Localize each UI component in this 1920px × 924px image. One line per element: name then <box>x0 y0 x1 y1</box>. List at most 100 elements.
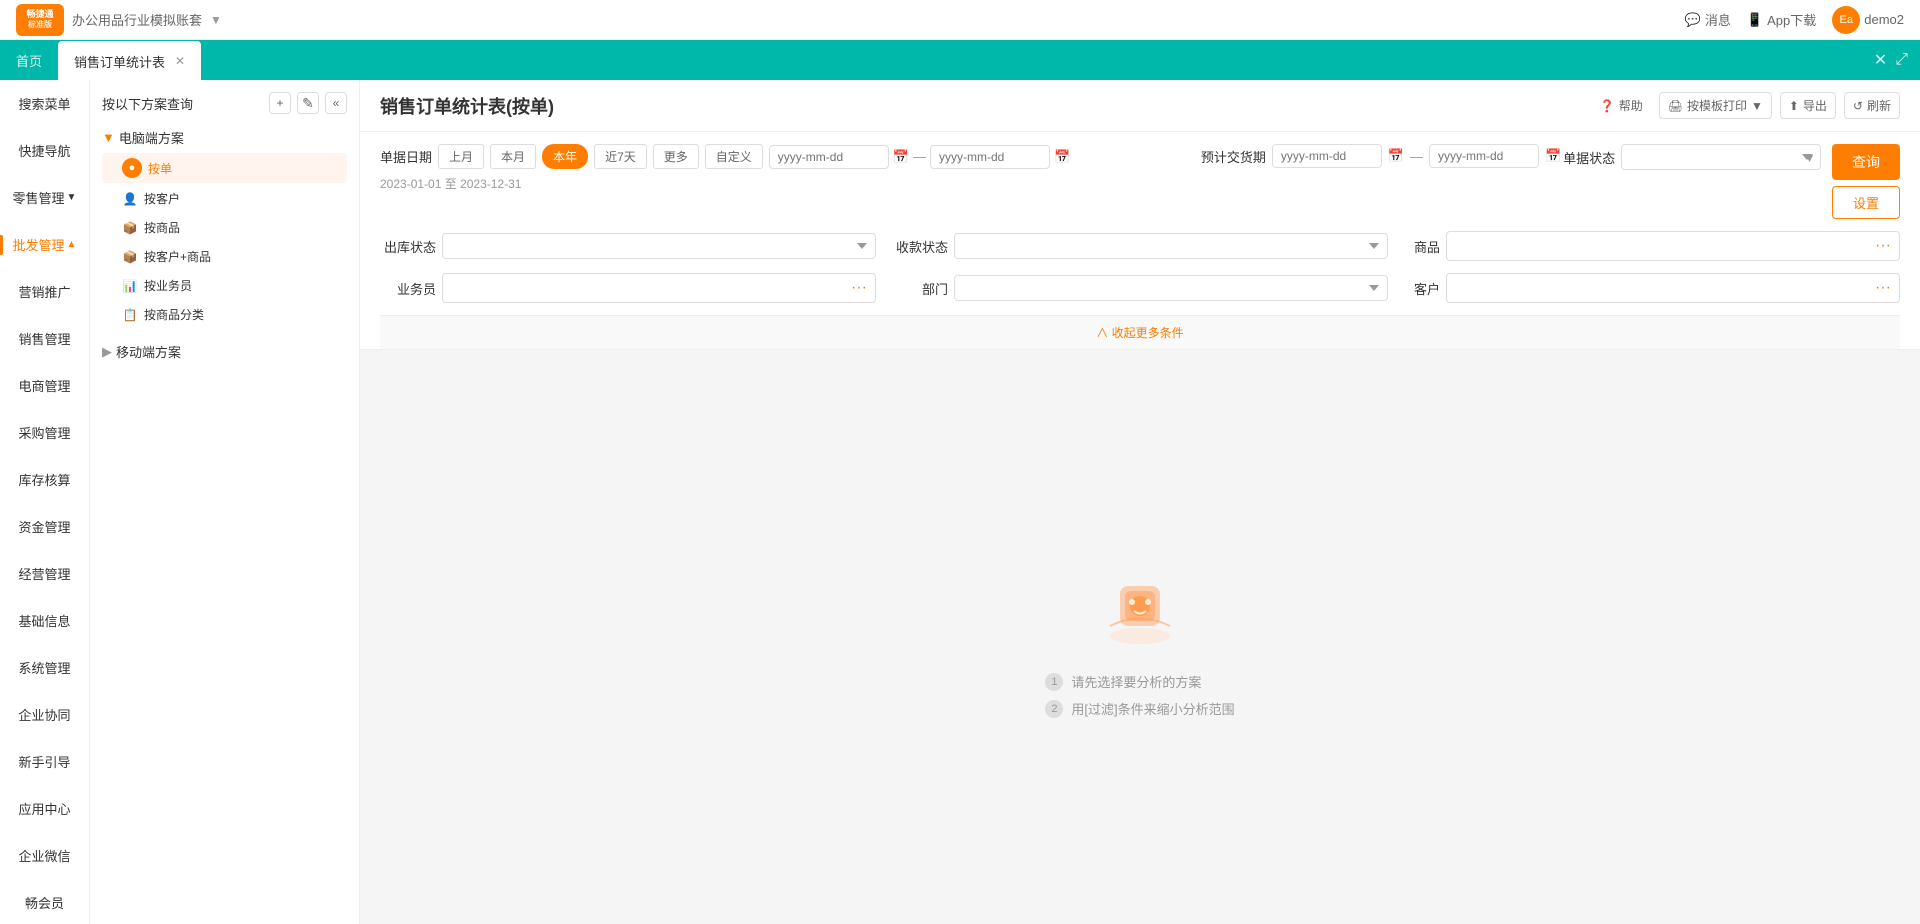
expected-date-to-input[interactable] <box>1429 144 1539 168</box>
salesperson-input-area[interactable]: ··· <box>442 273 876 303</box>
main-layout: 搜索菜单 快捷导航 零售管理 ▼ 批发管理 ▲ 营销推广 销售管理 电商管理 采… <box>0 80 1920 924</box>
out-status-label: 出库状态 <box>380 237 436 256</box>
scheme-active-icon: ● <box>122 158 142 178</box>
tab-close-button[interactable]: ✕ <box>175 54 185 68</box>
sidebar-item-inventory[interactable]: 库存核算 <box>0 456 89 503</box>
sidebar-item-retail[interactable]: 零售管理 ▼ <box>0 174 89 221</box>
filter-row-1: 单据日期 上月 本月 本年 近7天 更多 自定义 📅 — 📅 <box>380 144 1900 219</box>
scheme-item-by-customer[interactable]: 👤 按客户 <box>102 185 347 212</box>
left-panel-header: 按以下方案查询 + ✎ « <box>90 92 359 122</box>
department-label: 部门 <box>892 279 948 298</box>
this-month-btn[interactable]: 本月 <box>490 144 536 169</box>
chevron-right-icon: ▶ <box>102 344 112 360</box>
scheme-item-by-product-category[interactable]: 📋 按商品分类 <box>102 301 347 328</box>
app-logo: 畅捷通 标准版 <box>16 4 64 36</box>
doc-status-select[interactable] <box>1621 144 1821 170</box>
help-icon: ❓ <box>1600 99 1615 113</box>
payment-status-select[interactable] <box>954 233 1388 259</box>
customer-filter: 客户 ··· <box>1404 273 1900 303</box>
this-year-btn[interactable]: 本年 <box>542 144 588 169</box>
query-button[interactable]: 查询 <box>1832 144 1900 180</box>
date-separator: — <box>913 149 926 164</box>
payment-status-filter: 收款状态 <box>892 233 1388 259</box>
user-menu[interactable]: Ea demo2 <box>1832 6 1904 34</box>
nav-sidebar: 搜索菜单 快捷导航 零售管理 ▼ 批发管理 ▲ 营销推广 销售管理 电商管理 采… <box>0 80 90 924</box>
sidebar-item-ecommerce[interactable]: 电商管理 <box>0 362 89 409</box>
out-status-filter: 出库状态 <box>380 233 876 259</box>
chevron-down-icon: ▼ <box>102 130 115 145</box>
scheme-group-mobile-title[interactable]: ▶ 移动端方案 <box>102 336 347 367</box>
custom-btn[interactable]: 自定义 <box>705 144 763 169</box>
sidebar-item-member[interactable]: 畅会员 <box>0 879 89 924</box>
department-select[interactable] <box>954 275 1388 301</box>
date-filter: 单据日期 上月 本月 本年 近7天 更多 自定义 📅 — 📅 <box>380 144 1185 192</box>
app-download-button[interactable]: 📱 App下载 <box>1747 10 1816 29</box>
product-more-icon[interactable]: ··· <box>1875 237 1891 255</box>
collapse-more-button[interactable]: ∧ 收起更多条件 <box>380 315 1900 349</box>
export-button[interactable]: ⬆ 导出 <box>1780 92 1836 119</box>
sidebar-item-sales[interactable]: 销售管理 <box>0 315 89 362</box>
expected-date-filter: 预计交货期 📅 — 📅 <box>1201 144 1547 168</box>
sidebar-item-wechat[interactable]: 企业微信 <box>0 832 89 879</box>
last-7-days-btn[interactable]: 近7天 <box>594 144 647 169</box>
sidebar-item-new-guide[interactable]: 新手引导 <box>0 738 89 785</box>
expected-calendar-from-icon: 📅 <box>1388 148 1404 164</box>
sidebar-item-purchase[interactable]: 采购管理 <box>0 409 89 456</box>
sidebar-item-quick-nav[interactable]: 快捷导航 <box>0 127 89 174</box>
date-from-input[interactable] <box>769 145 889 169</box>
message-icon: 💬 <box>1685 12 1701 28</box>
sidebar-item-wholesale[interactable]: 批发管理 ▲ <box>0 221 89 268</box>
scheme-item-by-order[interactable]: ● 按单 <box>102 153 347 183</box>
expected-date-from-input[interactable] <box>1272 144 1382 168</box>
expected-calendar-to-icon: 📅 <box>1545 148 1561 164</box>
scheme-group-pc-title[interactable]: ▼ 电脑端方案 <box>102 122 347 153</box>
scheme-item-by-customer-product[interactable]: 📦 按客户+商品 <box>102 243 347 270</box>
tab-home[interactable]: 首页 <box>0 40 58 80</box>
salesperson-more-icon[interactable]: ··· <box>851 279 867 297</box>
sidebar-item-finance[interactable]: 资金管理 <box>0 503 89 550</box>
expand-window-icon[interactable]: ⤢ <box>1895 51 1908 69</box>
empty-tip-1: 1 请先选择要分析的方案 <box>1045 672 1234 691</box>
out-status-select[interactable] <box>442 233 876 259</box>
date-to-input[interactable] <box>930 145 1050 169</box>
doc-status-label: 单据状态 <box>1563 148 1615 167</box>
customer-more-icon[interactable]: ··· <box>1875 279 1891 297</box>
tab-sales-stats[interactable]: 销售订单统计表 ✕ <box>58 41 201 81</box>
user-avatar: Ea <box>1832 6 1860 34</box>
product-input-area[interactable]: ··· <box>1446 231 1900 261</box>
scheme-item-by-product[interactable]: 📦 按商品 <box>102 214 347 241</box>
sidebar-item-app-center[interactable]: 应用中心 <box>0 785 89 832</box>
tab-bar: 首页 销售订单统计表 ✕ ✕ ⤢ <box>0 40 1920 80</box>
help-button[interactable]: ❓ 帮助 <box>1592 93 1651 118</box>
sidebar-item-enterprise[interactable]: 企业协同 <box>0 691 89 738</box>
customer-product-icon: 📦 <box>122 249 138 265</box>
product-category-icon: 📋 <box>122 307 138 323</box>
more-btn[interactable]: 更多 <box>653 144 699 169</box>
page-header: 销售订单统计表(按单) ❓ 帮助 🖨 按模板打印 ▼ ⬆ <box>360 80 1920 132</box>
top-bar-dropdown-icon[interactable]: ▼ <box>210 13 222 27</box>
retail-arrow-icon: ▼ <box>67 192 77 203</box>
top-bar-title: 办公用品行业模拟账套 <box>72 10 202 29</box>
salesperson-icon: 📊 <box>122 278 138 294</box>
sidebar-item-marketing[interactable]: 营销推广 <box>0 268 89 315</box>
empty-illustration <box>1090 556 1190 656</box>
message-button[interactable]: 💬 消息 <box>1685 10 1731 29</box>
refresh-button[interactable]: ↺ 刷新 <box>1844 92 1900 119</box>
add-scheme-button[interactable]: + <box>269 92 291 114</box>
scheme-item-by-salesperson[interactable]: 📊 按业务员 <box>102 272 347 299</box>
sidebar-item-search-menu[interactable]: 搜索菜单 <box>0 80 89 127</box>
collapse-panel-button[interactable]: « <box>325 92 347 114</box>
last-month-btn[interactable]: 上月 <box>438 144 484 169</box>
edit-scheme-button[interactable]: ✎ <box>297 92 319 114</box>
calendar-from-icon: 📅 <box>893 149 909 165</box>
page-title: 销售订单统计表(按单) <box>380 93 554 119</box>
settings-button[interactable]: 设置 <box>1832 186 1900 219</box>
empty-state: 1 请先选择要分析的方案 2 用[过滤]条件来缩小分析范围 <box>1045 556 1234 718</box>
close-window-icon[interactable]: ✕ <box>1874 50 1887 70</box>
sidebar-item-basic-info[interactable]: 基础信息 <box>0 597 89 644</box>
sidebar-item-operations[interactable]: 经营管理 <box>0 550 89 597</box>
customer-input-area[interactable]: ··· <box>1446 273 1900 303</box>
date-label: 单据日期 <box>380 147 432 166</box>
sidebar-item-system[interactable]: 系统管理 <box>0 644 89 691</box>
print-template-button[interactable]: 🖨 按模板打印 ▼ <box>1659 92 1772 119</box>
